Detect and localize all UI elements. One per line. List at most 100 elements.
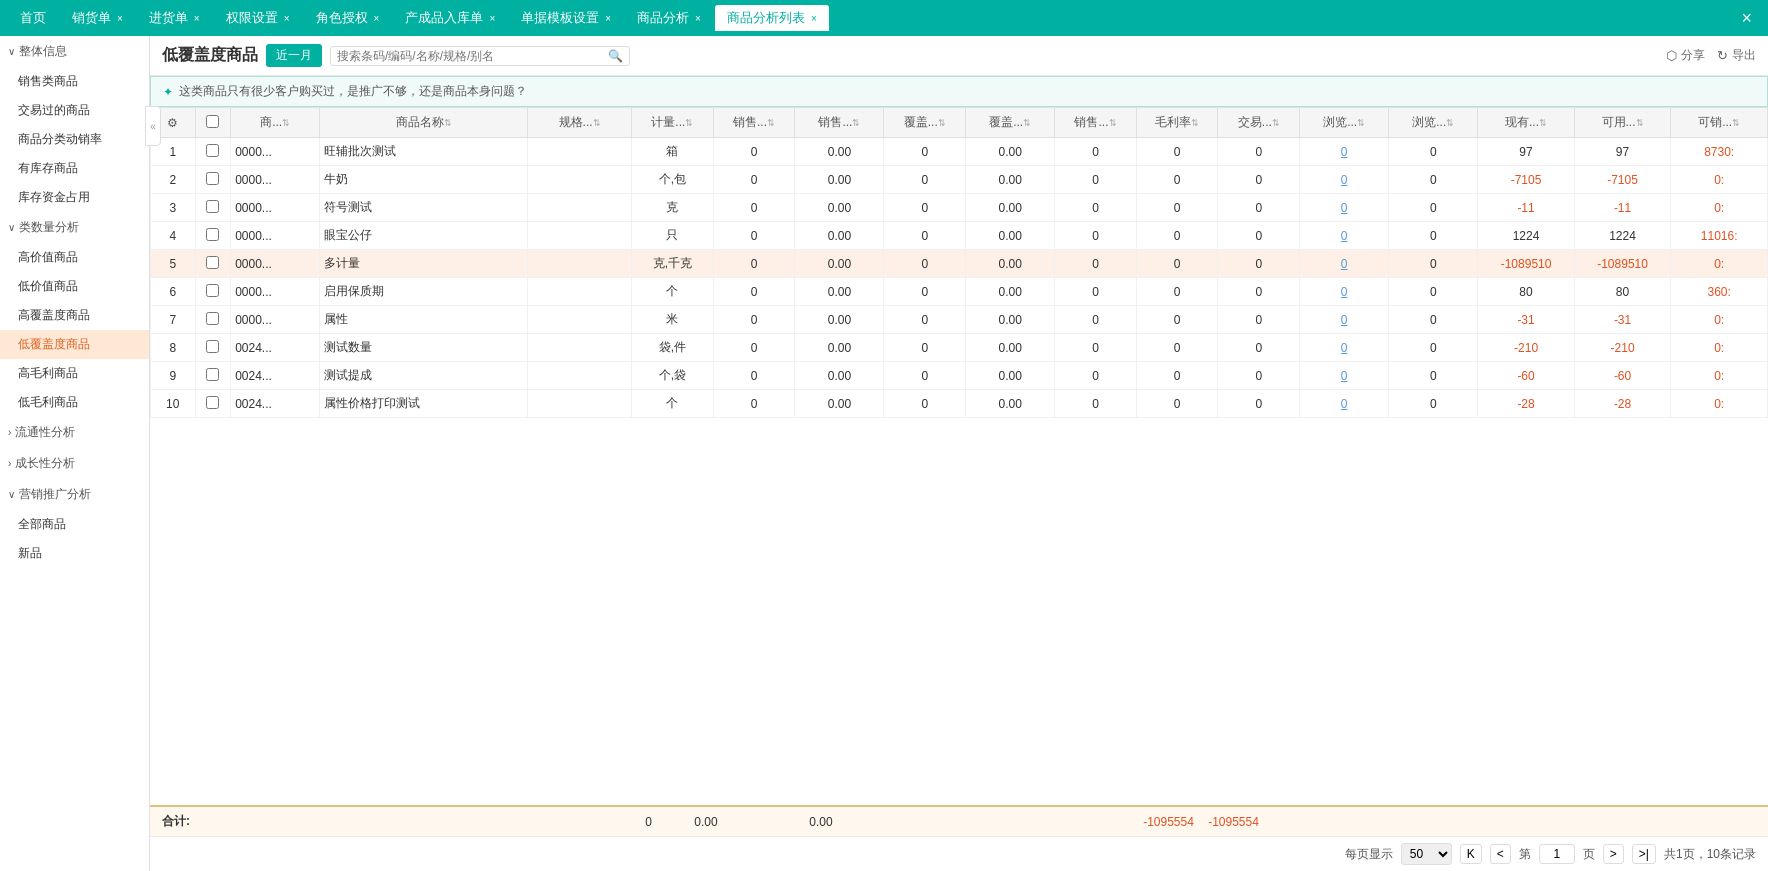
row-browse1[interactable]: 0	[1300, 138, 1389, 166]
sort-sales3-icon[interactable]: ⇅	[1109, 118, 1117, 128]
sidebar-section-marketing[interactable]: ∨ 营销推广分析	[0, 479, 149, 510]
nav-template-settings[interactable]: 单据模板设置 ×	[509, 5, 623, 31]
row-checkbox[interactable]	[195, 306, 231, 334]
row-checkbox[interactable]	[195, 390, 231, 418]
next-page-button[interactable]: >	[1603, 844, 1624, 864]
prev-page-button[interactable]: <	[1490, 844, 1511, 864]
row-checkbox[interactable]	[195, 222, 231, 250]
row-select-checkbox[interactable]	[206, 284, 219, 297]
sidebar-section-quantity[interactable]: ∨ 类数量分析	[0, 212, 149, 243]
sort-browse1-icon[interactable]: ⇅	[1357, 118, 1365, 128]
sort-browse2-icon[interactable]: ⇅	[1446, 118, 1454, 128]
sidebar-section-overall[interactable]: ∨ 整体信息	[0, 36, 149, 67]
col-cover2[interactable]: 覆盖...⇅	[966, 108, 1055, 138]
row-select-checkbox[interactable]	[206, 368, 219, 381]
close-analysis-icon[interactable]: ×	[695, 13, 701, 24]
sort-trade-icon[interactable]: ⇅	[1272, 118, 1280, 128]
row-browse1[interactable]: 0	[1300, 390, 1389, 418]
sidebar-item-high-value[interactable]: 高价值商品	[0, 243, 149, 272]
col-sales1[interactable]: 销售...⇅	[713, 108, 795, 138]
nav-role-auth[interactable]: 角色授权 ×	[304, 5, 392, 31]
sidebar-item-high-margin[interactable]: 高毛利商品	[0, 359, 149, 388]
sidebar-section-flow[interactable]: › 流通性分析	[0, 417, 149, 448]
row-select-checkbox[interactable]	[206, 200, 219, 213]
row-checkbox[interactable]	[195, 278, 231, 306]
sidebar-item-category-rate[interactable]: 商品分类动销率	[0, 125, 149, 154]
row-checkbox[interactable]	[195, 362, 231, 390]
sidebar-item-low-margin[interactable]: 低毛利商品	[0, 388, 149, 417]
table-container[interactable]: ⚙ 商...⇅ 商品名称⇅ 规格...⇅ 计量...⇅ 销售...⇅ 销售...…	[150, 107, 1768, 805]
last-page-button[interactable]: >|	[1632, 844, 1656, 864]
sort-unit-icon[interactable]: ⇅	[685, 118, 693, 128]
col-current[interactable]: 现有...⇅	[1478, 108, 1575, 138]
col-sellable[interactable]: 可销...⇅	[1671, 108, 1768, 138]
sidebar-item-new-goods[interactable]: 新品	[0, 539, 149, 568]
row-checkbox[interactable]	[195, 194, 231, 222]
row-browse1[interactable]: 0	[1300, 362, 1389, 390]
nav-sales-order[interactable]: 销货单 ×	[60, 5, 135, 31]
nav-home[interactable]: 首页	[8, 5, 58, 31]
col-browse2[interactable]: 浏览...⇅	[1389, 108, 1478, 138]
sort-current-icon[interactable]: ⇅	[1539, 118, 1547, 128]
col-code[interactable]: 商...⇅	[231, 108, 320, 138]
row-browse1[interactable]: 0	[1300, 250, 1389, 278]
col-checkbox-all[interactable]	[195, 108, 231, 138]
sort-cover2-icon[interactable]: ⇅	[1023, 118, 1031, 128]
row-browse1[interactable]: 0	[1300, 166, 1389, 194]
row-select-checkbox[interactable]	[206, 144, 219, 157]
sidebar-collapse-button[interactable]: «	[145, 106, 161, 146]
row-select-checkbox[interactable]	[206, 396, 219, 409]
row-browse1[interactable]: 0	[1300, 334, 1389, 362]
nav-product-analysis[interactable]: 商品分析 ×	[625, 5, 713, 31]
select-all-checkbox[interactable]	[206, 115, 219, 128]
sort-cover1-icon[interactable]: ⇅	[938, 118, 946, 128]
col-cover1[interactable]: 覆盖...⇅	[884, 108, 966, 138]
sidebar-section-growth[interactable]: › 成长性分析	[0, 448, 149, 479]
col-spec[interactable]: 规格...⇅	[528, 108, 632, 138]
nav-product-analysis-list[interactable]: 商品分析列表 ×	[715, 5, 829, 31]
col-available[interactable]: 可用...⇅	[1574, 108, 1671, 138]
sidebar-item-sales-goods[interactable]: 销售类商品	[0, 67, 149, 96]
nav-permission[interactable]: 权限设置 ×	[214, 5, 302, 31]
sort-spec-icon[interactable]: ⇅	[593, 118, 601, 128]
sidebar-item-high-coverage[interactable]: 高覆盖度商品	[0, 301, 149, 330]
col-sales3[interactable]: 销售...⇅	[1055, 108, 1137, 138]
sort-code-icon[interactable]: ⇅	[282, 118, 290, 128]
close-role-icon[interactable]: ×	[374, 13, 380, 24]
row-browse1[interactable]: 0	[1300, 222, 1389, 250]
close-list-icon[interactable]: ×	[811, 13, 817, 24]
sidebar-item-traded-goods[interactable]: 交易过的商品	[0, 96, 149, 125]
time-filter-button[interactable]: 近一月	[266, 44, 322, 67]
close-sales-icon[interactable]: ×	[117, 13, 123, 24]
row-select-checkbox[interactable]	[206, 228, 219, 241]
nav-product-inbound[interactable]: 产成品入库单 ×	[393, 5, 507, 31]
first-page-button[interactable]: K	[1460, 844, 1482, 864]
row-checkbox[interactable]	[195, 138, 231, 166]
nav-purchase-order[interactable]: 进货单 ×	[137, 5, 212, 31]
col-browse1[interactable]: 浏览...⇅	[1300, 108, 1389, 138]
row-select-checkbox[interactable]	[206, 312, 219, 325]
row-browse1[interactable]: 0	[1300, 194, 1389, 222]
sidebar-item-low-coverage[interactable]: 低覆盖度商品	[0, 330, 149, 359]
row-checkbox[interactable]	[195, 334, 231, 362]
export-button[interactable]: ↻ 导出	[1717, 47, 1756, 64]
row-select-checkbox[interactable]	[206, 256, 219, 269]
search-icon[interactable]: 🔍	[608, 49, 623, 63]
row-checkbox[interactable]	[195, 250, 231, 278]
page-number-input[interactable]	[1539, 844, 1575, 864]
close-template-icon[interactable]: ×	[605, 13, 611, 24]
col-margin[interactable]: 毛利率⇅	[1136, 108, 1218, 138]
sort-margin-icon[interactable]: ⇅	[1191, 118, 1199, 128]
sidebar-item-inventory-goods[interactable]: 有库存商品	[0, 154, 149, 183]
sort-sellable-icon[interactable]: ⇅	[1732, 118, 1740, 128]
share-button[interactable]: ⬡ 分享	[1666, 47, 1705, 64]
col-trade[interactable]: 交易...⇅	[1218, 108, 1300, 138]
row-checkbox[interactable]	[195, 166, 231, 194]
row-select-checkbox[interactable]	[206, 172, 219, 185]
row-browse1[interactable]: 0	[1300, 306, 1389, 334]
sidebar-item-low-value[interactable]: 低价值商品	[0, 272, 149, 301]
sort-available-icon[interactable]: ⇅	[1636, 118, 1644, 128]
sort-name-icon[interactable]: ⇅	[444, 118, 452, 128]
sidebar-item-all-goods[interactable]: 全部商品	[0, 510, 149, 539]
page-size-select[interactable]: 50 20 100	[1401, 843, 1452, 865]
